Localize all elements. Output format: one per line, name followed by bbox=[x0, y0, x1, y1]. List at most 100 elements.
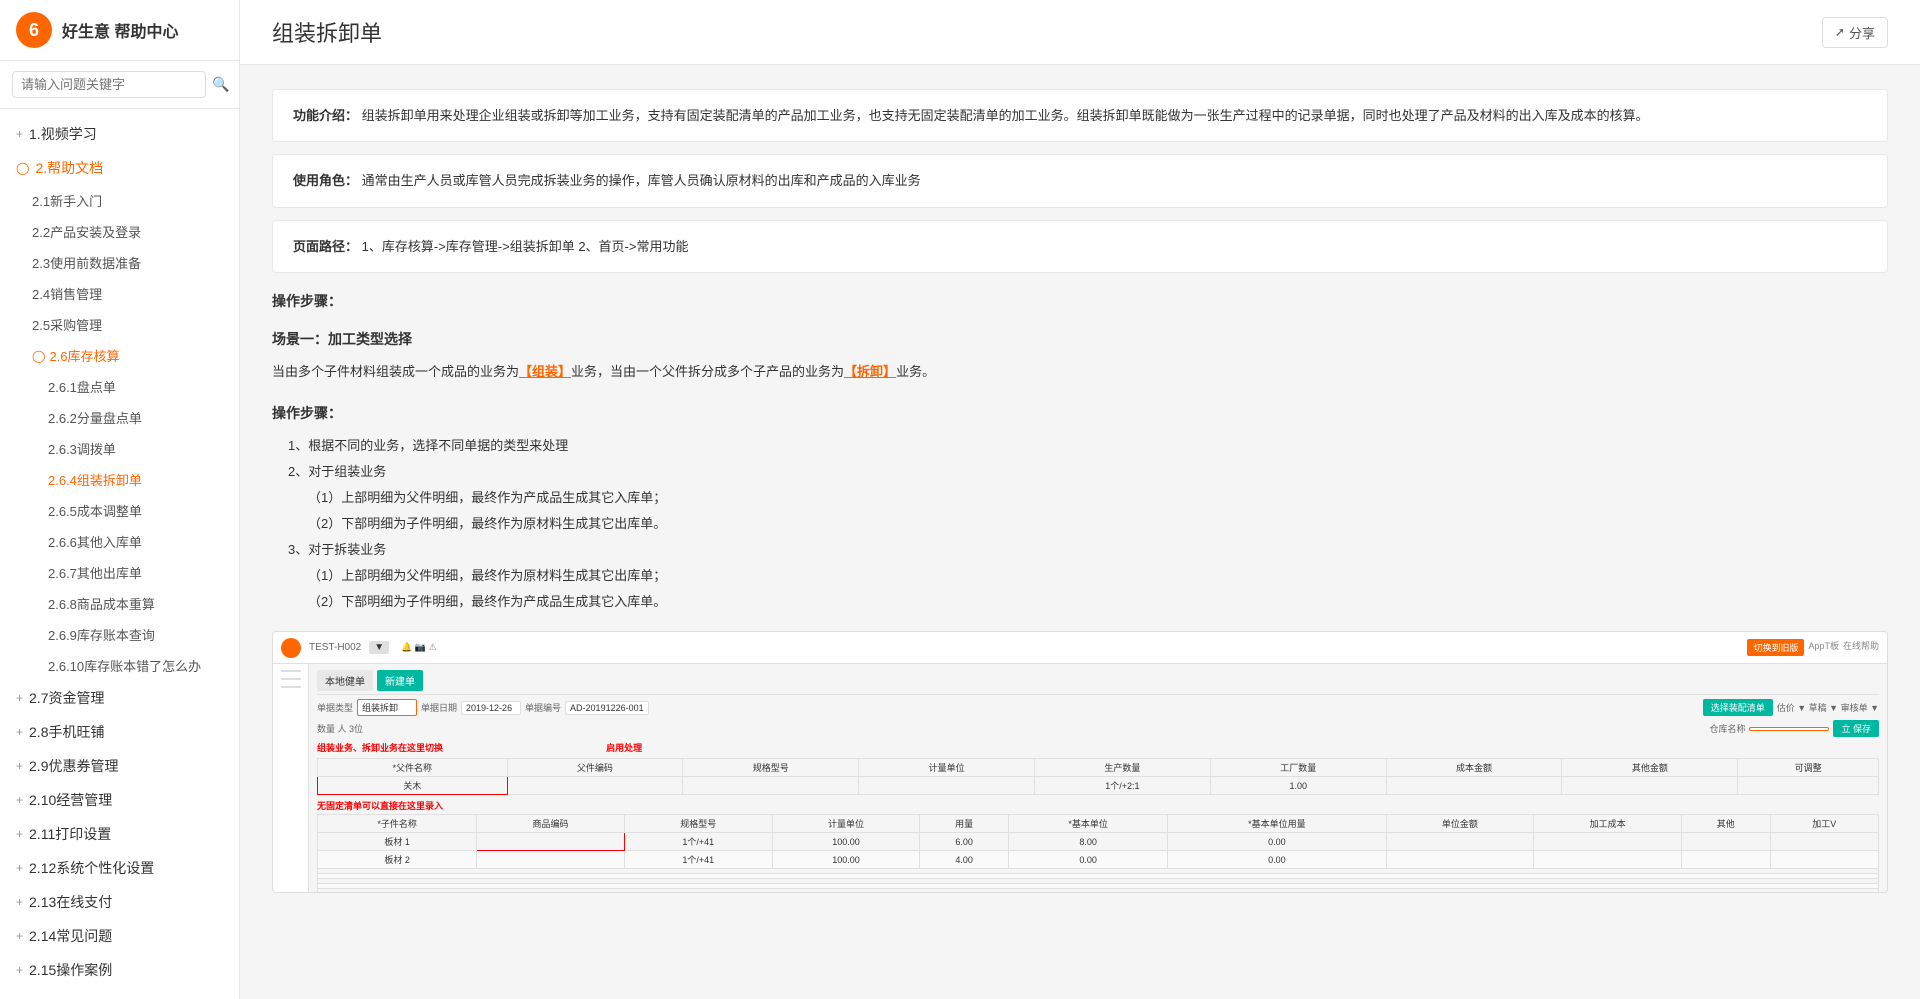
ss-lth-8: 单位金额 bbox=[1386, 815, 1534, 833]
sidebar-item-label-2-11: 2.11打印设置 bbox=[29, 824, 111, 844]
sidebar-sub-2-6-7[interactable]: 2.6.7其他出库单 bbox=[0, 557, 239, 588]
ss-sub-table-label: 无固定清单可以直接在这里录入 bbox=[317, 799, 1879, 812]
ss-cell-other-1 bbox=[1562, 777, 1738, 795]
ss-date-value[interactable]: 2019-12-26 bbox=[461, 701, 521, 715]
sidebar-sub-2-6-5[interactable]: 2.6.5成本调整单 bbox=[0, 495, 239, 526]
sidebar-sub-2-6-3[interactable]: 2.6.3调拨单 bbox=[0, 433, 239, 464]
ss-lcell-2-9 bbox=[1534, 851, 1682, 869]
screenshot-inner: TEST-H002 ▼ 🔔 📷 ⚠ 切换到旧版 AppT板 在线帮助 bbox=[273, 632, 1887, 892]
ss-lcell-2-8 bbox=[1386, 851, 1534, 869]
ss-tab-local[interactable]: 本地健单 bbox=[317, 670, 373, 691]
expand-icon-2-9: + bbox=[16, 759, 23, 773]
ss-tab-new[interactable]: 新建单 bbox=[377, 670, 423, 691]
expand-icon-2-14: + bbox=[16, 929, 23, 943]
sidebar-item-2-8[interactable]: + 2.8手机旺铺 bbox=[0, 715, 239, 749]
ss-body: 本地健单 新建单 单据类型 组装拆卸 单据日期 2019-12-26 单据编号 … bbox=[273, 664, 1887, 892]
expand-icon-2-15: + bbox=[16, 963, 23, 977]
ss-app-link: AppT板 bbox=[1808, 639, 1839, 656]
func-intro-label: 功能介绍： bbox=[293, 108, 358, 123]
ss-more-btns: 估价 ▼ 草稿 ▼ 审核单 ▼ bbox=[1777, 701, 1879, 714]
expand-icon-2-6: ◯ bbox=[32, 349, 45, 363]
ss-lcell-2-4: 100.00 bbox=[772, 851, 920, 869]
sidebar-item-2-14[interactable]: + 2.14常见问题 bbox=[0, 919, 239, 953]
sidebar-item-label-2-8: 2.8手机旺铺 bbox=[29, 722, 104, 742]
ss-switch-btn[interactable]: 切换到旧版 bbox=[1747, 639, 1804, 656]
step-3-2: （2）下部明细为子件明细，最终作为产成品生成其它入库单。 bbox=[308, 589, 1888, 615]
ss-confirm-btn[interactable]: 选择装配清单 bbox=[1703, 699, 1773, 716]
ss-cell-prodqty-1: 1个/+2:1 bbox=[1034, 777, 1210, 795]
op-steps-subtitle: 操作步骤： bbox=[272, 403, 1888, 423]
sidebar-item-label-2-10: 2.10经营管理 bbox=[29, 790, 112, 810]
ss-sidebar-icon-2 bbox=[281, 678, 301, 680]
ss-top-btns: 切换到旧版 AppT板 在线帮助 bbox=[1747, 639, 1879, 656]
sidebar-item-2-7[interactable]: + 2.7资金管理 bbox=[0, 681, 239, 715]
path-block: 页面路径： 1、库存核算->库存管理->组装拆卸单 2、首页->常用功能 bbox=[272, 220, 1888, 273]
ss-cell-code-1 bbox=[507, 777, 683, 795]
ss-lcell-1-3: 1个/+41 bbox=[624, 833, 772, 851]
sidebar-sub-2-5[interactable]: 2.5采购管理 bbox=[0, 309, 239, 340]
share-button[interactable]: ➚ 分享 bbox=[1822, 17, 1888, 48]
sidebar-sub-2-6-2[interactable]: 2.6.2分量盘点单 bbox=[0, 402, 239, 433]
sidebar-sub-2-1[interactable]: 2.1新手入门 bbox=[0, 185, 239, 216]
sidebar-item-1[interactable]: + 1.视频学习 bbox=[0, 117, 239, 151]
ss-lth-5: 用量 bbox=[920, 815, 1009, 833]
ss-cell-unit-1 bbox=[859, 777, 1035, 795]
ss-type-label: 单据类型 bbox=[317, 701, 353, 714]
sidebar-sub-2-6-9[interactable]: 2.6.9库存账本查询 bbox=[0, 619, 239, 650]
ss-save-btn[interactable]: 立 保存 bbox=[1833, 720, 1879, 737]
ss-annotation-row: 组装业务、拆卸业务在这里切换 启用处理 bbox=[317, 741, 1879, 754]
ss-warehouse-input[interactable] bbox=[1749, 727, 1829, 731]
ss-no-value[interactable]: AD-20191226-001 bbox=[565, 701, 649, 715]
ss-sidebar-icon-1 bbox=[281, 670, 301, 672]
sidebar-item-2-12[interactable]: + 2.12系统个性化设置 bbox=[0, 851, 239, 885]
sidebar-header: 6 好生意 帮助中心 bbox=[0, 0, 239, 61]
ss-type-value[interactable]: 组装拆卸 bbox=[357, 699, 417, 716]
ss-warehouse-row: 数量 人 3位 仓库名称 立 保存 bbox=[317, 720, 1879, 737]
ss-th-other: 其他金额 bbox=[1562, 759, 1738, 777]
search-box: 🔍 bbox=[0, 61, 239, 109]
step-3-1: （1）上部明细为父件明细，最终作为原材料生成其它出库单； bbox=[308, 563, 1888, 589]
sidebar-sub-2-6[interactable]: ◯ 2.6库存核算 bbox=[0, 340, 239, 371]
sidebar-sub-2-6-10[interactable]: 2.6.10库存账本错了怎么办 bbox=[0, 650, 239, 681]
ss-th-prod-qty: 生产数量 bbox=[1034, 759, 1210, 777]
ss-lcell-1-9 bbox=[1534, 833, 1682, 851]
ss-lcell-1-11 bbox=[1770, 833, 1878, 851]
ss-lth-10: 其他 bbox=[1681, 815, 1770, 833]
sidebar-sub-2-6-8[interactable]: 2.6.8商品成本重算 bbox=[0, 588, 239, 619]
sidebar-item-2-15[interactable]: + 2.15操作案例 bbox=[0, 953, 239, 987]
ss-lth-6: *基本单位 bbox=[1009, 815, 1168, 833]
sidebar-sub-2-6-1[interactable]: 2.6.1盘点单 bbox=[0, 371, 239, 402]
search-icon[interactable]: 🔍 bbox=[212, 76, 229, 93]
sidebar-item-2-11[interactable]: + 2.11打印设置 bbox=[0, 817, 239, 851]
sidebar-item-2-10[interactable]: + 2.10经营管理 bbox=[0, 783, 239, 817]
sidebar-sub-2-4[interactable]: 2.4销售管理 bbox=[0, 278, 239, 309]
sidebar-item-2-13[interactable]: + 2.13在线支付 bbox=[0, 885, 239, 919]
logo-text: 好生意 帮助中心 bbox=[62, 18, 178, 42]
sidebar-sub-2-6-4[interactable]: 2.6.4组装拆卸单 bbox=[0, 464, 239, 495]
expand-icon-2-13: + bbox=[16, 895, 23, 909]
ss-upper-table: *父件名称 父件编码 规格型号 计量单位 生产数量 工厂数量 成本金额 其他金额… bbox=[317, 758, 1879, 795]
step-1: 1、根据不同的业务，选择不同单据的类型来处理 bbox=[288, 433, 1888, 459]
sidebar-sub-2-3[interactable]: 2.3使用前数据准备 bbox=[0, 247, 239, 278]
ss-org: TEST-H002 bbox=[309, 642, 361, 653]
sidebar-item-2-9[interactable]: + 2.9优惠券管理 bbox=[0, 749, 239, 783]
ss-th-adj: 可调整 bbox=[1738, 759, 1879, 777]
logo-icon: 6 bbox=[16, 12, 52, 48]
ss-cell-adj-1 bbox=[1738, 777, 1879, 795]
expand-icon-2-11: + bbox=[16, 827, 23, 841]
ss-lcell-1-5: 6.00 bbox=[920, 833, 1009, 851]
ss-dropdown: ▼ bbox=[369, 641, 389, 654]
ss-lower-row-7 bbox=[318, 889, 1879, 893]
sidebar-sub-2-2[interactable]: 2.2产品安装及登录 bbox=[0, 216, 239, 247]
step-2: 2、对于组装业务 bbox=[288, 459, 1888, 485]
expand-icon-2-10: + bbox=[16, 793, 23, 807]
ss-cell-cost-1 bbox=[1386, 777, 1562, 795]
ss-lcell-2-10 bbox=[1681, 851, 1770, 869]
sidebar-item-2[interactable]: ◯ 2.帮助文档 bbox=[0, 151, 239, 185]
sidebar-sub-2-6-6[interactable]: 2.6.6其他入库单 bbox=[0, 526, 239, 557]
ss-cell-factqty-1: 1.00 bbox=[1210, 777, 1386, 795]
ss-annotation-assemble: 组装业务、拆卸业务在这里切换 bbox=[317, 743, 443, 753]
path-label: 页面路径： bbox=[293, 239, 358, 254]
search-input[interactable] bbox=[12, 71, 206, 98]
ss-lcell-2-2 bbox=[477, 851, 625, 869]
